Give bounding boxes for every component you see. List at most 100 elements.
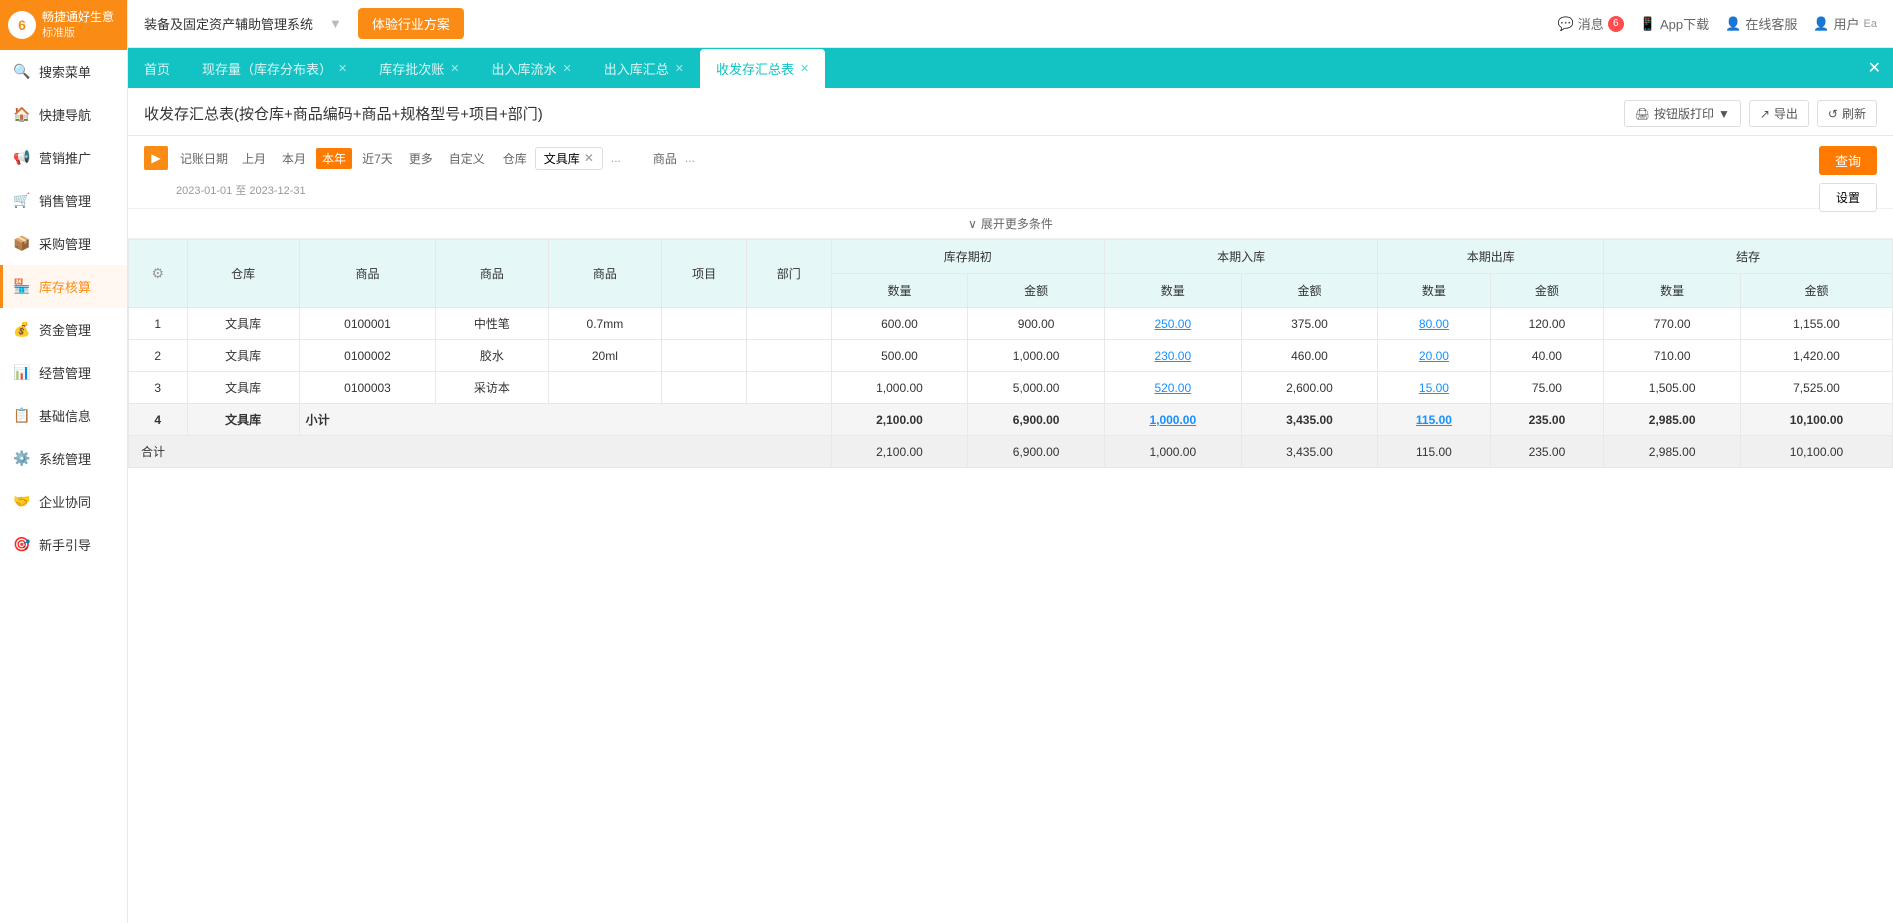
sidebar-item-sales[interactable]: 🛒 销售管理 <box>0 179 127 222</box>
page-actions: 🖨 按钮版打印 ▼ ↗ 导出 ↺ 刷新 <box>1624 100 1877 127</box>
search-icon: 🔍 <box>13 63 31 80</box>
date-btn-last-month[interactable]: 上月 <box>236 148 272 169</box>
cell-bal-amt: 1,420.00 <box>1740 340 1892 372</box>
sidebar-item-quick-nav[interactable]: 🏠 快捷导航 <box>0 93 127 136</box>
date-btn-this-year[interactable]: 本年 <box>316 148 352 169</box>
cell-warehouse: 文具库 <box>187 308 299 340</box>
total-in-qty: 1,000.00 <box>1104 436 1241 468</box>
sidebar-item-guide[interactable]: 🎯 新手引导 <box>0 523 127 566</box>
subtotal-in-amt: 3,435.00 <box>1241 404 1378 436</box>
date-btn-more[interactable]: 更多 <box>403 148 439 169</box>
total-init-amt: 6,900.00 <box>968 436 1105 468</box>
cell-in-qty[interactable]: 230.00 <box>1104 340 1241 372</box>
enterprise-icon: 🤝 <box>13 493 31 510</box>
expand-button[interactable]: ∨ 展开更多条件 <box>968 215 1053 232</box>
subtotal-no: 4 <box>129 404 188 436</box>
sidebar-item-system[interactable]: ⚙️ 系统管理 <box>0 437 127 480</box>
subtotal-in-qty[interactable]: 1,000.00 <box>1104 404 1241 436</box>
total-in-amt: 3,435.00 <box>1241 436 1378 468</box>
sidebar-item-purchase[interactable]: 📦 采购管理 <box>0 222 127 265</box>
cell-in-amt: 460.00 <box>1241 340 1378 372</box>
message-btn[interactable]: 💬 消息 6 <box>1558 14 1624 33</box>
cell-out-qty[interactable]: 20.00 <box>1378 340 1490 372</box>
chevron-down-icon: ▼ <box>1718 107 1730 121</box>
sidebar-item-inventory[interactable]: 🏪 库存核算 <box>0 265 127 308</box>
th-warehouse: 仓库 <box>187 240 299 308</box>
close-all-tabs[interactable]: ✕ <box>1856 58 1893 78</box>
tab-close-recv-send[interactable]: ✕ <box>800 62 809 75</box>
sidebar-item-basic[interactable]: 📋 基础信息 <box>0 394 127 437</box>
cell-in-qty[interactable]: 520.00 <box>1104 372 1241 404</box>
sidebar-item-search[interactable]: 🔍 搜索菜单 <box>0 50 127 93</box>
refresh-button[interactable]: ↺ 刷新 <box>1817 100 1877 127</box>
th-in-qty: 数量 <box>1104 274 1241 308</box>
cell-name: 胶水 <box>436 340 548 372</box>
th-in: 本期入库 <box>1104 240 1377 274</box>
page-title: 收发存汇总表(按仓库+商品编码+商品+规格型号+项目+部门) <box>144 103 543 124</box>
marketing-icon: 📢 <box>13 149 31 166</box>
tab-close-summary[interactable]: ✕ <box>675 62 684 75</box>
cell-out-qty[interactable]: 80.00 <box>1378 308 1490 340</box>
sidebar-item-operations[interactable]: 📊 经营管理 <box>0 351 127 394</box>
th-settings[interactable]: ⚙ <box>129 240 188 308</box>
topbar: 装备及固定资产辅助管理系统 ▼ 体验行业方案 💬 消息 6 📱 App下载 👤 … <box>128 0 1893 48</box>
tab-batch[interactable]: 库存批次账 ✕ <box>363 49 475 88</box>
tab-close-stock-dist[interactable]: ✕ <box>338 62 347 75</box>
subtotal-label: 小计 <box>299 404 831 436</box>
logo-area: 6 畅捷通好生意 标准版 <box>0 0 127 50</box>
sidebar-item-marketing[interactable]: 📢 营销推广 <box>0 136 127 179</box>
th-product-code: 商品 <box>299 240 436 308</box>
online-service-btn[interactable]: 👤 在线客服 <box>1725 14 1797 33</box>
cell-warehouse: 文具库 <box>187 372 299 404</box>
tab-flow[interactable]: 出入库流水 ✕ <box>475 49 587 88</box>
refresh-icon: ↺ <box>1828 107 1838 121</box>
export-button[interactable]: ↗ 导出 <box>1749 100 1809 127</box>
th-product-name: 商品 <box>436 240 548 308</box>
warehouse-tag-remove[interactable]: ✕ <box>584 151 594 165</box>
sales-icon: 🛒 <box>13 192 31 209</box>
cell-in-qty[interactable]: 250.00 <box>1104 308 1241 340</box>
demo-button[interactable]: 体验行业方案 <box>358 8 464 39</box>
tab-stock-dist[interactable]: 现存量（库存分布表） ✕ <box>186 49 363 88</box>
tab-summary[interactable]: 出入库汇总 ✕ <box>588 49 700 88</box>
cell-out-amt: 40.00 <box>1490 340 1604 372</box>
cell-code: 0100002 <box>299 340 436 372</box>
date-btn-custom[interactable]: 自定义 <box>443 148 491 169</box>
total-row: 合计 2,100.00 6,900.00 1,000.00 3,435.00 1… <box>129 436 1893 468</box>
cell-dept <box>746 340 831 372</box>
tab-home[interactable]: 首页 <box>128 49 186 88</box>
th-out-qty: 数量 <box>1378 274 1490 308</box>
date-options: 上月 本月 本年 近7天 更多 自定义 <box>236 148 491 169</box>
th-init-qty: 数量 <box>831 274 968 308</box>
filter-toggle[interactable]: ▶ <box>144 146 168 170</box>
sidebar-item-finance[interactable]: 💰 资金管理 <box>0 308 127 351</box>
warehouse-more[interactable]: ... <box>611 151 621 165</box>
date-btn-7days[interactable]: 近7天 <box>356 148 399 169</box>
product-more[interactable]: ... <box>685 151 695 165</box>
print-icon: 🖨 <box>1635 107 1650 121</box>
date-btn-this-month[interactable]: 本月 <box>276 148 312 169</box>
tab-close-flow[interactable]: ✕ <box>563 62 572 75</box>
main-area: 装备及固定资产辅助管理系统 ▼ 体验行业方案 💬 消息 6 📱 App下载 👤 … <box>128 0 1893 923</box>
cell-out-qty[interactable]: 15.00 <box>1378 372 1490 404</box>
app-download-btn[interactable]: 📱 App下载 <box>1640 14 1709 33</box>
settings-icon[interactable]: ⚙ <box>151 265 164 281</box>
sidebar: 6 畅捷通好生意 标准版 🔍 搜索菜单 🏠 快捷导航 📢 营销推广 🛒 销售管理… <box>0 0 128 923</box>
th-bal-amt: 金额 <box>1740 274 1892 308</box>
filter-row: ▶ 记账日期 上月 本月 本年 近7天 更多 自定义 仓库 文具库 <box>144 146 1877 170</box>
user-menu[interactable]: 👤 用户 Ea <box>1813 14 1877 33</box>
subtotal-out-qty[interactable]: 115.00 <box>1378 404 1490 436</box>
total-label: 合计 <box>129 436 832 468</box>
query-button[interactable]: 查询 <box>1819 146 1877 175</box>
cell-bal-qty: 770.00 <box>1604 308 1741 340</box>
page-header: 收发存汇总表(按仓库+商品编码+商品+规格型号+项目+部门) 🖨 按钮版打印 ▼… <box>128 88 1893 136</box>
setting-button[interactable]: 设置 <box>1819 183 1877 212</box>
print-button[interactable]: 🖨 按钮版打印 ▼ <box>1624 100 1741 127</box>
sidebar-item-enterprise[interactable]: 🤝 企业协同 <box>0 480 127 523</box>
cell-init-qty: 600.00 <box>831 308 968 340</box>
total-bal-amt: 10,100.00 <box>1740 436 1892 468</box>
tab-recv-send[interactable]: 收发存汇总表 ✕ <box>700 49 825 88</box>
warehouse-filter-group: 仓库 文具库 ✕ ... <box>503 147 621 170</box>
tab-close-batch[interactable]: ✕ <box>450 62 459 75</box>
cell-init-qty: 500.00 <box>831 340 968 372</box>
